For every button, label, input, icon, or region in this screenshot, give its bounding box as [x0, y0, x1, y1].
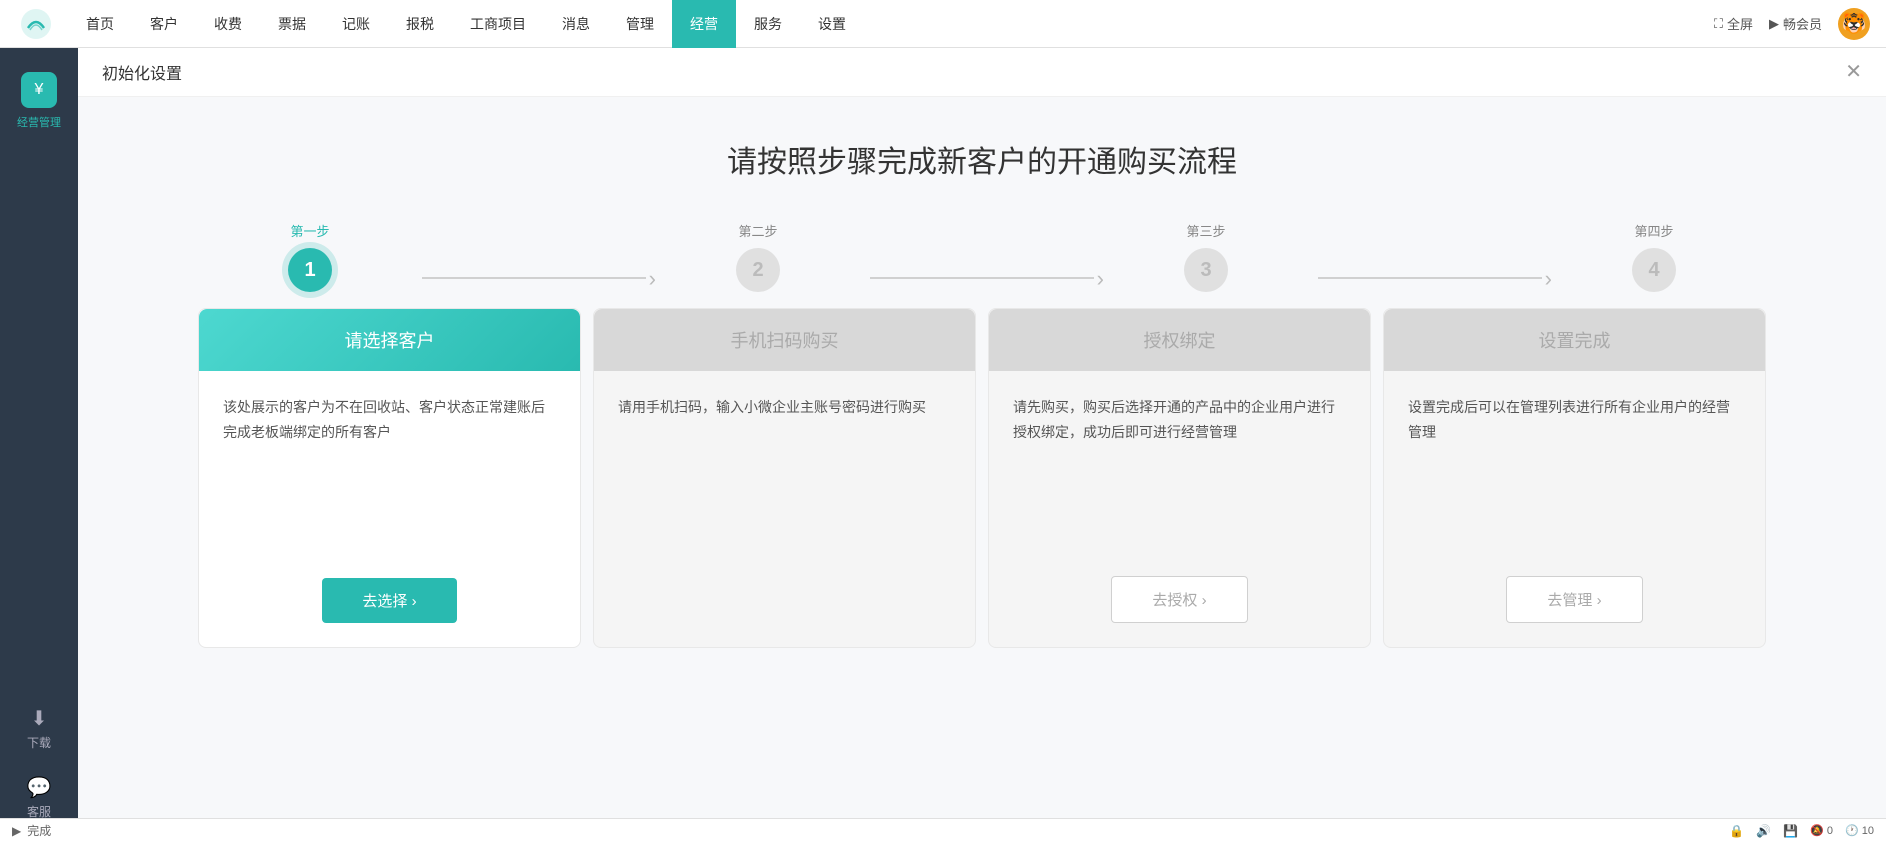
operation-icon: ¥: [21, 72, 57, 108]
card-4-header: 设置完成: [1384, 309, 1765, 371]
step-1-label: 第一步: [290, 221, 329, 240]
avatar[interactable]: 🐯: [1838, 8, 1870, 40]
play-icon: ▶: [12, 824, 21, 838]
cards-row: 请选择客户 该处展示的客户为不在回收站、客户状态正常建账后完成老板端绑定的所有客…: [138, 308, 1826, 648]
step-1-circle: 1: [288, 248, 332, 292]
play-icon: ▶: [1769, 16, 1779, 32]
card-3-header: 授权绑定: [989, 309, 1370, 371]
connector-3-4: ›: [1318, 277, 1542, 279]
step-4-label: 第四步: [1634, 221, 1673, 240]
nav-items: 首页 客户 收费 票据 记账 报税 工商项目 消息 管理 经营 服务 设置: [68, 0, 1714, 48]
step-4-header: 第四步 4: [1542, 221, 1766, 292]
nav-customer[interactable]: 客户: [132, 0, 196, 48]
step-card-1: 请选择客户 该处展示的客户为不在回收站、客户状态正常建账后完成老板端绑定的所有客…: [198, 308, 581, 648]
step-3-header: 第三步 3: [1094, 221, 1318, 292]
clock-icon: 🕐 10: [1845, 824, 1874, 837]
card-1-footer: 去选择 ›: [199, 562, 580, 647]
status-bar-right: 🔒 🔊 💾 🔕 0 🕐 10: [1729, 824, 1874, 838]
nav-logo: [16, 4, 56, 44]
nav-home[interactable]: 首页: [68, 0, 132, 48]
card-4-footer: 去管理 ›: [1384, 560, 1765, 647]
fullscreen-icon: ⛶: [1714, 16, 1723, 32]
status-text: 完成: [27, 822, 51, 839]
step-4-action-btn[interactable]: 去管理 ›: [1506, 576, 1642, 623]
step-1-header: 第一步 1: [198, 221, 422, 292]
nav-manage[interactable]: 管理: [608, 0, 672, 48]
step-2-circle: 2: [736, 248, 780, 292]
nav-invoice[interactable]: 票据: [260, 0, 324, 48]
nav-billing[interactable]: 收费: [196, 0, 260, 48]
close-button[interactable]: ✕: [1845, 62, 1862, 82]
step-card-3: 授权绑定 请先购买，购买后选择开通的产品中的企业用户进行授权绑定，成功后即可进行…: [988, 308, 1371, 648]
card-2-header: 手机扫码购买: [594, 309, 975, 371]
step-1-action-btn[interactable]: 去选择 ›: [322, 578, 456, 623]
connector-1-2: ›: [422, 277, 646, 279]
nav-business[interactable]: 工商项目: [452, 0, 544, 48]
main-content: 初始化设置 ✕ 请按照步骤完成新客户的开通购买流程 第一步 1 › 第二步: [78, 48, 1886, 818]
connector-2-3: ›: [870, 277, 1094, 279]
step-card-2: 手机扫码购买 请用手机扫码，输入小微企业主账号密码进行购买: [593, 308, 976, 648]
card-1-header: 请选择客户: [199, 309, 580, 371]
page-title: 初始化设置: [102, 60, 182, 84]
step-2-label: 第二步: [738, 221, 777, 240]
card-4-body: 设置完成后可以在管理列表进行所有企业用户的经营管理: [1384, 371, 1765, 560]
nav-tax[interactable]: 报税: [388, 0, 452, 48]
content-area: 请按照步骤完成新客户的开通购买流程 第一步 1 › 第二步 2: [78, 97, 1886, 818]
save-icon: 💾: [1783, 824, 1798, 838]
step-3-action-btn[interactable]: 去授权 ›: [1111, 576, 1247, 623]
bell-icon: 🔕 0: [1810, 824, 1833, 837]
top-nav: 首页 客户 收费 票据 记账 报税 工商项目 消息 管理 经营 服务 设置 ⛶ …: [0, 0, 1886, 48]
download-icon: ⬇: [31, 706, 48, 731]
card-3-footer: 去授权 ›: [989, 560, 1370, 647]
nav-operation[interactable]: 经营: [672, 0, 736, 48]
nav-accounting[interactable]: 记账: [324, 0, 388, 48]
shield-icon: 🔒: [1729, 824, 1744, 838]
sidebar-item-operation[interactable]: ¥ 经营管理: [0, 60, 78, 142]
card-3-body: 请先购买，购买后选择开通的产品中的企业用户进行授权绑定，成功后即可进行经营管理: [989, 371, 1370, 560]
page-header: 初始化设置 ✕: [78, 48, 1886, 97]
volume-icon: 🔊: [1756, 824, 1771, 838]
step-4-circle: 4: [1632, 248, 1676, 292]
card-2-body: 请用手机扫码，输入小微企业主账号密码进行购买: [594, 371, 975, 607]
card-1-body: 该处展示的客户为不在回收站、客户状态正常建账后完成老板端绑定的所有客户: [199, 371, 580, 562]
step-3-label: 第三步: [1186, 221, 1225, 240]
support-icon: 💬: [27, 775, 52, 800]
vip-btn[interactable]: ▶ 畅会员: [1769, 14, 1822, 33]
sidebar: ¥ 经营管理 ⬇ 下载 💬 客服: [0, 48, 78, 842]
nav-service[interactable]: 服务: [736, 0, 800, 48]
sidebar-download[interactable]: ⬇ 下载: [0, 696, 78, 761]
card-2-footer: [594, 607, 975, 647]
nav-right: ⛶ 全屏 ▶ 畅会员 🐯: [1714, 8, 1870, 40]
step-card-4: 设置完成 设置完成后可以在管理列表进行所有企业用户的经营管理 去管理 ›: [1383, 308, 1766, 648]
step-3-circle: 3: [1184, 248, 1228, 292]
fullscreen-btn[interactable]: ⛶ 全屏: [1714, 14, 1753, 33]
nav-settings[interactable]: 设置: [800, 0, 864, 48]
main-heading: 请按照步骤完成新客户的开通购买流程: [138, 137, 1826, 181]
status-bar: ▶ 完成 🔒 🔊 💾 🔕 0 🕐 10: [0, 818, 1886, 842]
nav-message[interactable]: 消息: [544, 0, 608, 48]
step-2-header: 第二步 2: [646, 221, 870, 292]
